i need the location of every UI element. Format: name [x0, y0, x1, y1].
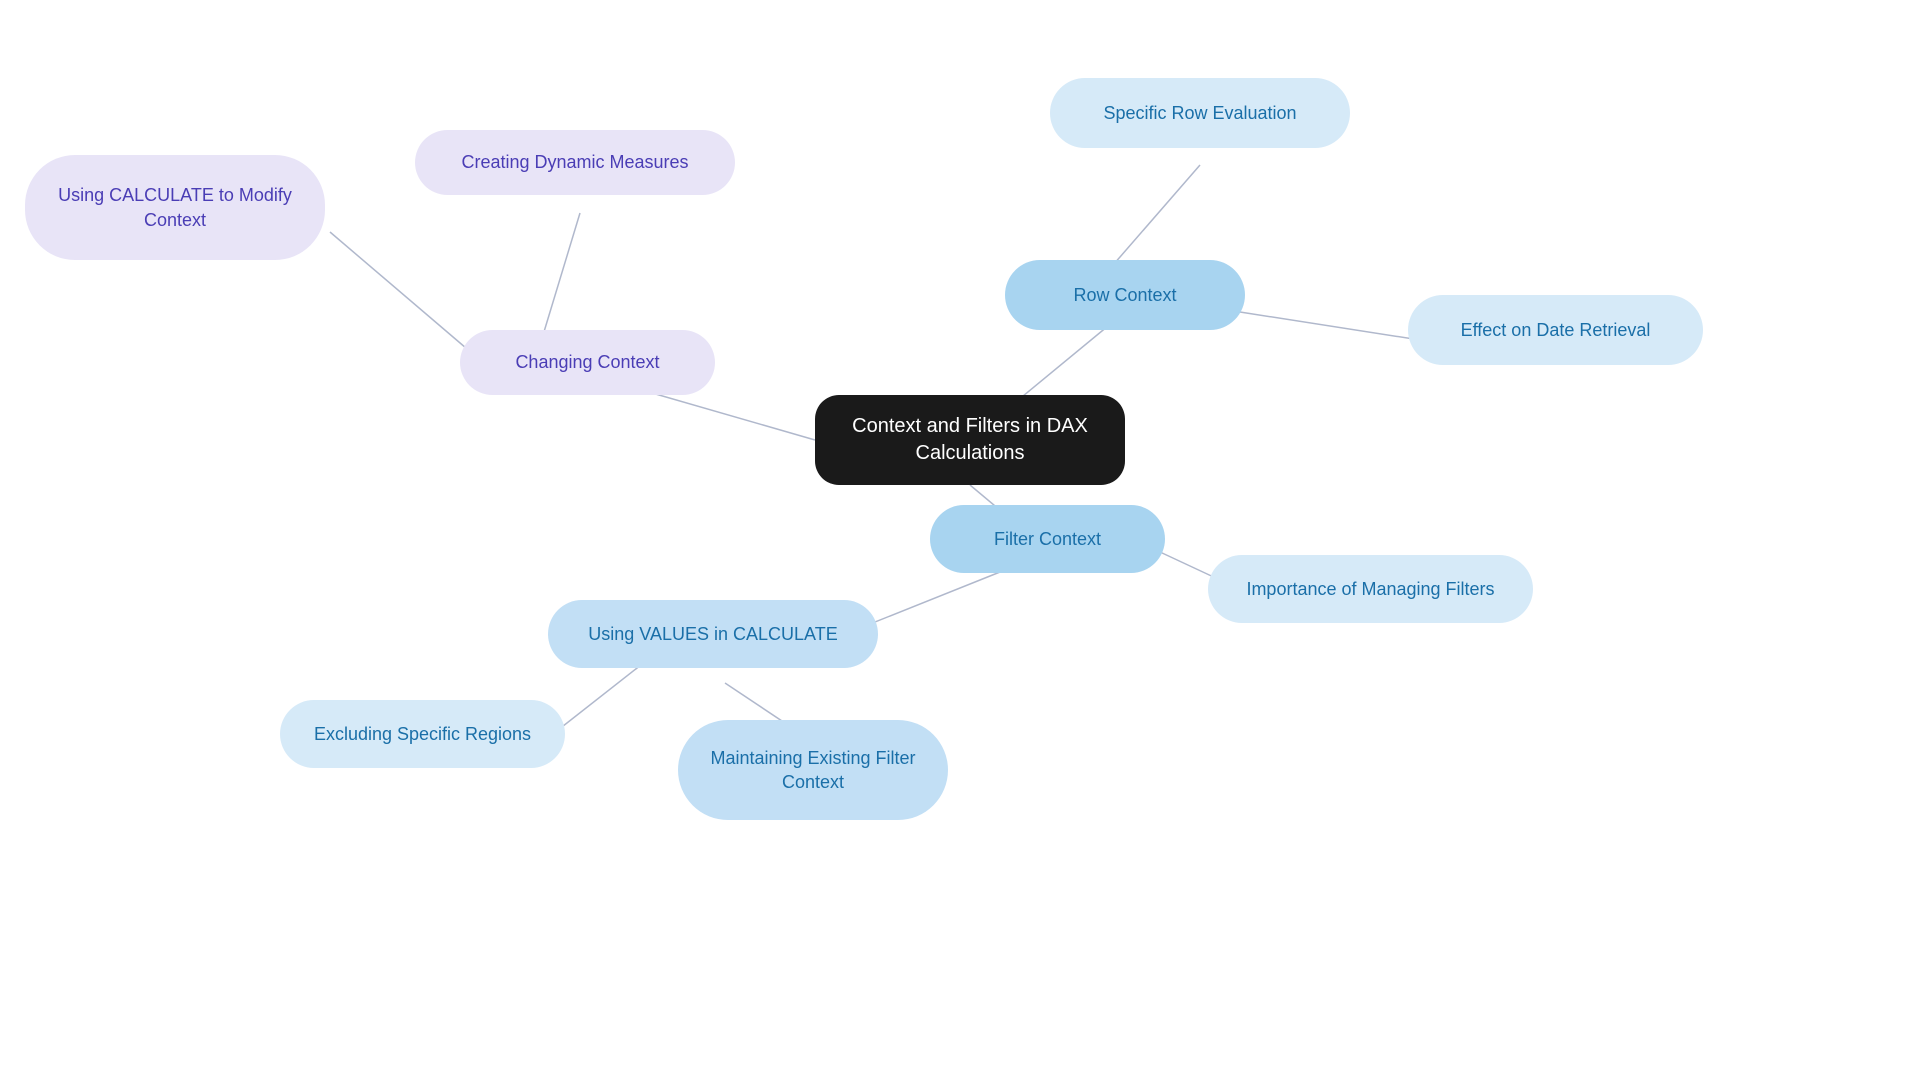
importance-managing-node[interactable]: Importance of Managing Filters: [1208, 555, 1533, 623]
creating-dynamic-label: Creating Dynamic Measures: [461, 150, 688, 174]
specific-row-node[interactable]: Specific Row Evaluation: [1050, 78, 1350, 148]
changing-context-label: Changing Context: [515, 350, 659, 374]
maintaining-filter-label: Maintaining Existing Filter Context: [702, 746, 924, 795]
filter-context-node[interactable]: Filter Context: [930, 505, 1165, 573]
changing-context-node[interactable]: Changing Context: [460, 330, 715, 395]
using-calculate-label: Using CALCULATE to Modify Context: [49, 183, 301, 232]
effect-date-label: Effect on Date Retrieval: [1461, 318, 1651, 342]
creating-dynamic-node[interactable]: Creating Dynamic Measures: [415, 130, 735, 195]
effect-date-node[interactable]: Effect on Date Retrieval: [1408, 295, 1703, 365]
using-values-node[interactable]: Using VALUES in CALCULATE: [548, 600, 878, 668]
using-calculate-node[interactable]: Using CALCULATE to Modify Context: [25, 155, 325, 260]
importance-managing-label: Importance of Managing Filters: [1246, 577, 1494, 601]
excluding-regions-node[interactable]: Excluding Specific Regions: [280, 700, 565, 768]
filter-context-label: Filter Context: [994, 527, 1101, 551]
center-node-label: Context and Filters in DAX Calculations: [839, 413, 1101, 467]
excluding-regions-label: Excluding Specific Regions: [314, 722, 531, 746]
row-context-node[interactable]: Row Context: [1005, 260, 1245, 330]
using-values-label: Using VALUES in CALCULATE: [588, 622, 837, 646]
row-context-label: Row Context: [1073, 283, 1176, 307]
maintaining-filter-node[interactable]: Maintaining Existing Filter Context: [678, 720, 948, 820]
center-node[interactable]: Context and Filters in DAX Calculations: [815, 395, 1125, 485]
specific-row-label: Specific Row Evaluation: [1103, 101, 1296, 125]
